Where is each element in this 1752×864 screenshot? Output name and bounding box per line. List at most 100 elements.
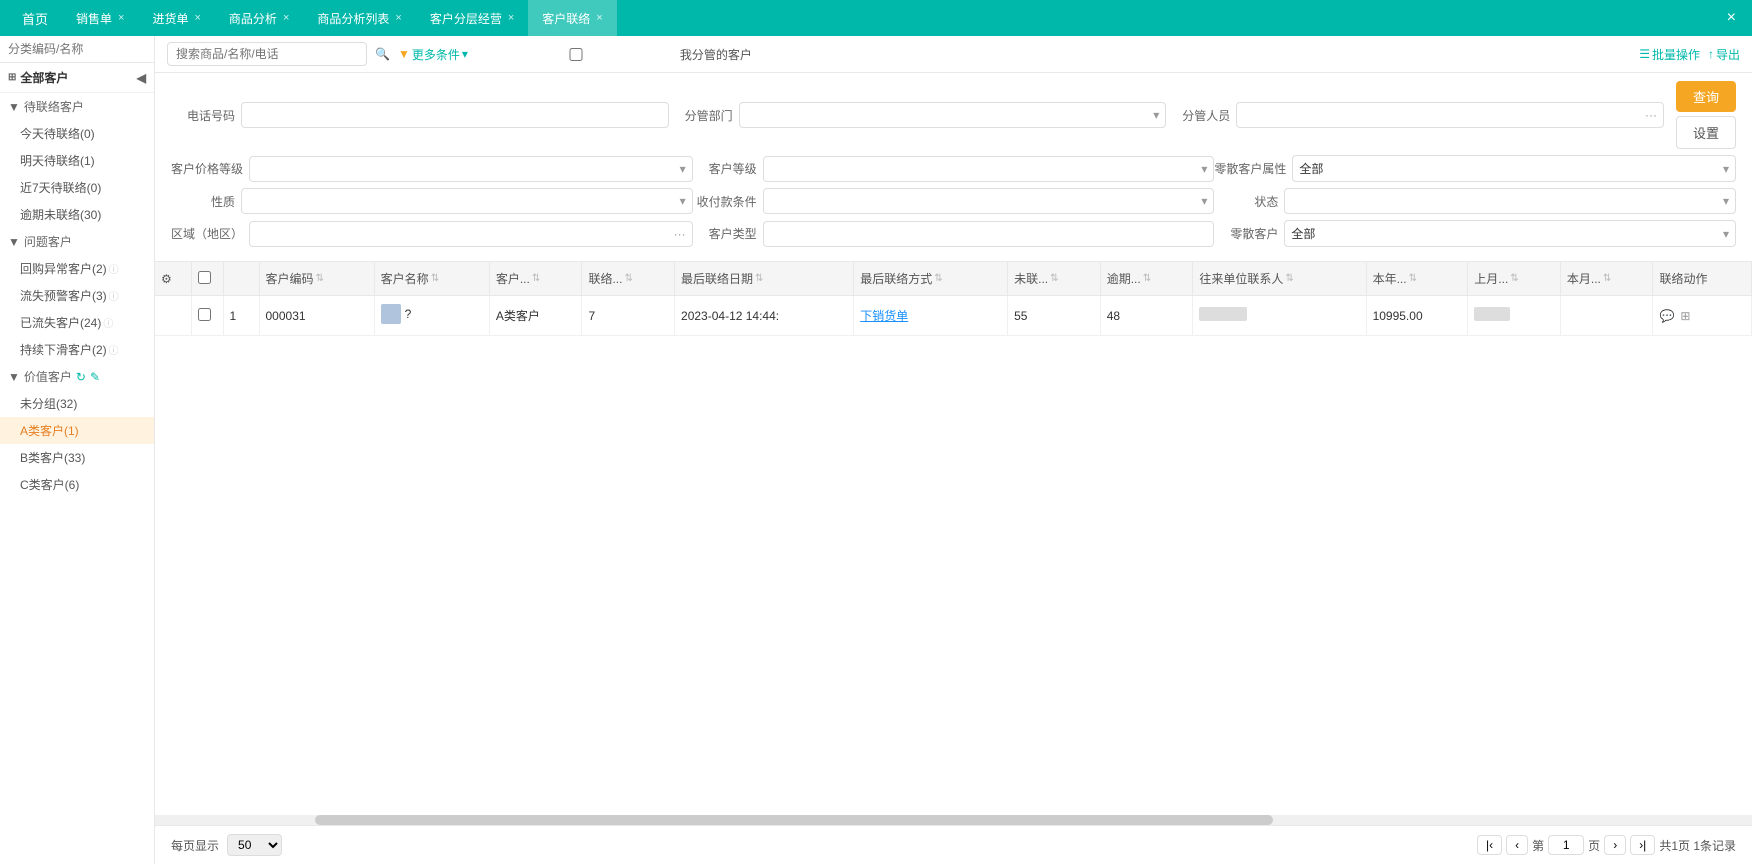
last-page-button[interactable]: ›|	[1630, 835, 1655, 855]
filter-person-select[interactable]: ···	[1236, 102, 1664, 128]
sidebar-group-pending[interactable]: ▼ 待联络客户	[0, 93, 154, 120]
filter-cell-retail-attr: 零散客户属性 全部 ▾	[1214, 155, 1736, 182]
sort-icon-code[interactable]: ⇅	[316, 273, 324, 284]
sidebar-item-ungrouped[interactable]: 未分组(32)	[0, 390, 154, 417]
filter-label-payment: 收付款条件	[693, 193, 763, 210]
filter-nature-select[interactable]: ▾	[241, 188, 693, 214]
sidebar-search-input[interactable]	[8, 42, 155, 56]
nav-close-customer-tier[interactable]: ×	[508, 12, 514, 24]
sidebar-item-class-b[interactable]: B类客户(33)	[0, 444, 154, 471]
col-overdue: 逾期...⇅	[1100, 262, 1193, 296]
filter-my-customers[interactable]: 我分管的客户	[476, 46, 752, 63]
name-text[interactable]: ?	[405, 307, 412, 321]
sidebar-item-overdue-pending[interactable]: 逾期未联络(30)	[0, 201, 154, 228]
sidebar-all-customers[interactable]: ⊞ 全部客户 ◀	[0, 63, 154, 93]
adv-filter-row-2: 客户价格等级 ▾ 客户等级 ▾ 零散客户属性 全部 ▾	[171, 155, 1736, 182]
sidebar-item-declining[interactable]: 持续下滑客户(2) ⓘ	[0, 336, 154, 363]
search-input[interactable]	[167, 42, 367, 66]
next-page-button[interactable]: ›	[1604, 835, 1626, 855]
filter-price-level-select[interactable]: ▾	[249, 156, 693, 182]
col-this-year: 本年...⇅	[1366, 262, 1468, 296]
filter-search-icon[interactable]: 🔍	[375, 47, 390, 61]
sidebar-item-churn-warning[interactable]: 流失预警客户(3) ⓘ	[0, 282, 154, 309]
sidebar-item-class-c[interactable]: C类客户(6)	[0, 471, 154, 498]
adv-filter-row-4: 区域（地区） ··· 客户类型 零散客户 全部 ▾	[171, 220, 1736, 247]
select-all-checkbox[interactable]	[198, 271, 211, 284]
sidebar-collapse-icon[interactable]: ◀	[137, 71, 146, 85]
sort-icon-last-month[interactable]: ⇅	[1510, 273, 1518, 284]
filter-type-input[interactable]	[763, 221, 1215, 247]
nav-close-purchase[interactable]: ×	[194, 12, 200, 24]
filter-region-select[interactable]: ···	[249, 221, 693, 247]
nav-close-product-analysis[interactable]: ×	[283, 12, 289, 24]
cell-unit-contact	[1193, 296, 1366, 336]
sort-icon-last-method[interactable]: ⇅	[934, 273, 942, 284]
prev-page-button[interactable]: ‹	[1506, 835, 1528, 855]
filter-cell-price-level: 客户价格等级 ▾	[171, 156, 693, 182]
filter-status-select[interactable]: ▾	[1284, 188, 1736, 214]
cell-code[interactable]: 000031	[259, 296, 374, 336]
row-checkbox[interactable]	[198, 308, 211, 321]
sidebar-group-value[interactable]: ▼ 价值客户 ↻ ✎	[0, 363, 154, 390]
sidebar-item-class-a[interactable]: A类客户(1)	[0, 417, 154, 444]
sort-icon-overdue[interactable]: ⇅	[1143, 273, 1151, 284]
filter-phone-input[interactable]	[241, 102, 669, 128]
filter-more-conditions[interactable]: ▼ 更多条件 ▾	[398, 46, 468, 63]
cell-last-method[interactable]: 下销货单	[854, 296, 1008, 336]
nav-close-all-button[interactable]: ×	[1719, 9, 1744, 27]
qr-icon[interactable]: ⊞	[1680, 309, 1690, 323]
sidebar-item-tomorrow-pending[interactable]: 明天待联络(1)	[0, 147, 154, 174]
last-method-link[interactable]: 下销货单	[860, 309, 908, 323]
sidebar-item-today-pending[interactable]: 今天待联络(0)	[0, 120, 154, 147]
col-settings[interactable]: ⚙	[155, 262, 191, 296]
nav-sales-order[interactable]: 销售单 ×	[62, 0, 138, 36]
nav-close-product-analysis-list[interactable]: ×	[395, 12, 401, 24]
page-input[interactable]	[1548, 835, 1584, 855]
sort-icon-this-month[interactable]: ⇅	[1603, 273, 1611, 284]
value-edit-icon[interactable]: ✎	[90, 370, 100, 384]
nav-close-customer-contact[interactable]: ×	[596, 12, 602, 24]
sidebar-item-repurchase-abnormal[interactable]: 回购异常客户(2) ⓘ	[0, 255, 154, 282]
value-refresh-icon[interactable]: ↻	[76, 370, 86, 384]
nav-customer-tier[interactable]: 客户分层经营 ×	[416, 0, 528, 36]
sidebar-group-problem[interactable]: ▼ 问题客户	[0, 228, 154, 255]
cell-name: ?	[374, 296, 489, 336]
my-customers-checkbox[interactable]	[476, 48, 676, 61]
horizontal-scrollbar[interactable]	[155, 815, 1752, 825]
cell-last-date: 2023-04-12 14:44:	[675, 296, 854, 336]
sort-icon-not-contacted[interactable]: ⇅	[1050, 273, 1058, 284]
settings-button[interactable]: 设置	[1676, 116, 1736, 149]
nav-customer-contact[interactable]: 客户联络 ×	[528, 0, 616, 36]
nav-purchase-order[interactable]: 进货单 ×	[138, 0, 214, 36]
filter-customer-level-select[interactable]: ▾	[763, 156, 1215, 182]
nav-product-analysis-list[interactable]: 商品分析列表 ×	[303, 0, 415, 36]
arrow-down-icon: ▼	[8, 100, 20, 114]
nav-product-analysis[interactable]: 商品分析 ×	[215, 0, 303, 36]
filter-payment-select[interactable]: ▾	[763, 188, 1215, 214]
sort-icon-unit-contact[interactable]: ⇅	[1285, 273, 1293, 284]
sort-icon-last-date[interactable]: ⇅	[755, 273, 763, 284]
filter-retail-select[interactable]: 全部 ▾	[1284, 220, 1736, 247]
export-button[interactable]: ↑ 导出	[1708, 46, 1740, 63]
sidebar-item-7days-pending[interactable]: 近7天待联络(0)	[0, 174, 154, 201]
nav-close-sales[interactable]: ×	[118, 12, 124, 24]
sort-icon-this-year[interactable]: ⇅	[1409, 273, 1417, 284]
filter-dept-select[interactable]: ▾	[739, 102, 1167, 128]
filter-retail-attr-select[interactable]: 全部 ▾	[1292, 155, 1736, 182]
query-button[interactable]: 查询	[1676, 81, 1736, 112]
chat-icon[interactable]: 💬	[1659, 309, 1674, 323]
nav-home[interactable]: 首页	[8, 0, 62, 36]
table-header-row: ⚙ 客户编码⇅ 客户名称⇅ 客户...⇅	[155, 262, 1752, 296]
sort-icon-name[interactable]: ⇅	[431, 273, 439, 284]
page-size-label: 每页显示	[171, 837, 219, 854]
scrollbar-thumb[interactable]	[315, 815, 1273, 825]
sort-icon-category[interactable]: ⇅	[532, 273, 540, 284]
sidebar-item-lost[interactable]: 已流失客户(24) ⓘ	[0, 309, 154, 336]
page-size-select[interactable]: 50 20 100	[227, 834, 282, 856]
col-last-method: 最后联络方式⇅	[854, 262, 1008, 296]
main-layout: 🔍 ⊞ 全部客户 ◀ ▼ 待联络客户 今天待联络(0) 明天待联络(1) 近7天…	[0, 36, 1752, 864]
first-page-button[interactable]: |‹	[1477, 835, 1502, 855]
col-unit-contact: 往来单位联系人⇅	[1193, 262, 1366, 296]
batch-op-button[interactable]: ☰ 批量操作	[1639, 46, 1700, 63]
sort-icon-contact[interactable]: ⇅	[624, 273, 632, 284]
